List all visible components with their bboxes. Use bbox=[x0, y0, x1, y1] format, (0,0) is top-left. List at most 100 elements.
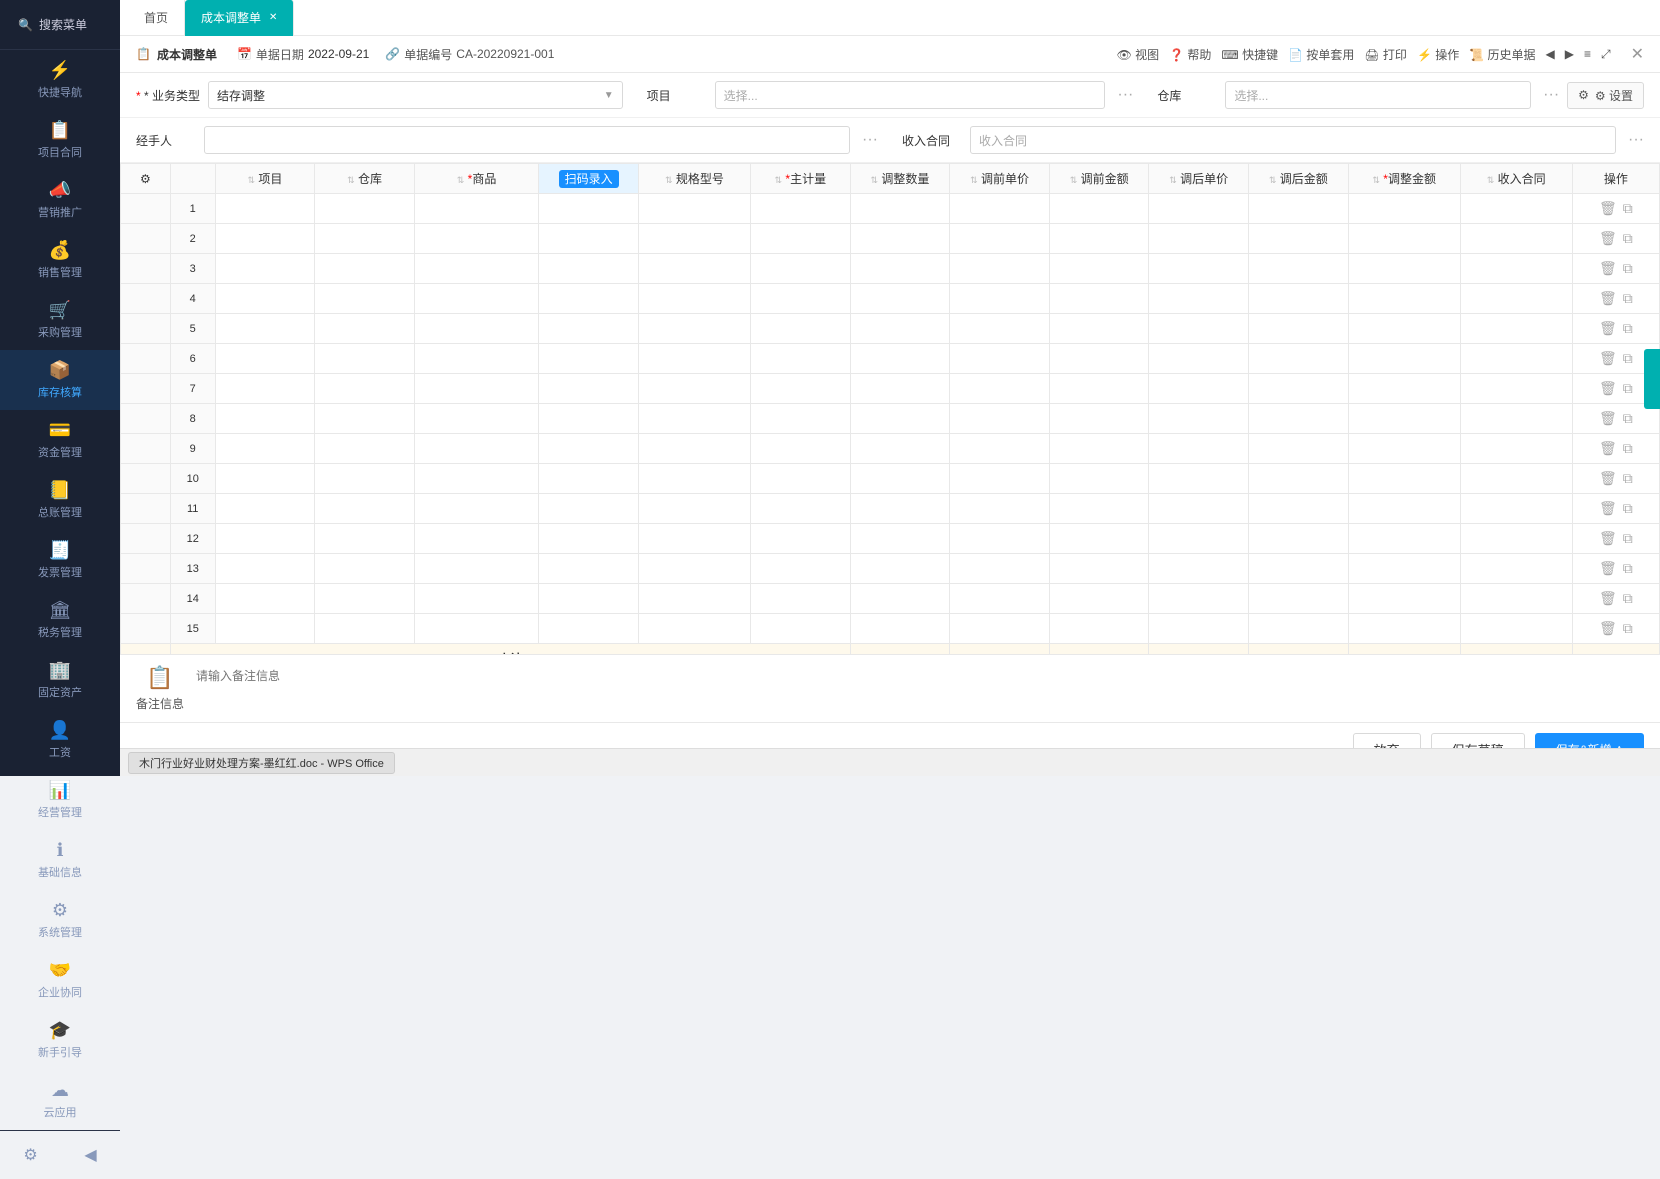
before-amount-cell[interactable] bbox=[1049, 254, 1149, 284]
income-contract-cell[interactable] bbox=[1460, 254, 1572, 284]
product-cell[interactable] bbox=[414, 344, 539, 374]
scan-cell[interactable] bbox=[539, 434, 639, 464]
sidebar-item-new-user-guide[interactable]: 🎓 新手引导 bbox=[0, 1010, 120, 1070]
after-price-cell[interactable] bbox=[1149, 554, 1249, 584]
adjust-amount-cell[interactable] bbox=[1348, 224, 1460, 254]
scan-cell[interactable] bbox=[539, 314, 639, 344]
project-cell[interactable] bbox=[215, 614, 315, 644]
col-header-before-amount[interactable]: ⇅ 调前金额 bbox=[1049, 164, 1149, 194]
before-amount-cell[interactable] bbox=[1049, 314, 1149, 344]
col-header-after-price[interactable]: ⇅ 调后单价 bbox=[1149, 164, 1249, 194]
copy-row-icon[interactable]: ⧉ bbox=[1623, 560, 1633, 577]
qty-cell[interactable] bbox=[850, 194, 950, 224]
project-cell[interactable] bbox=[215, 254, 315, 284]
delete-row-icon[interactable]: 🗑 bbox=[1599, 590, 1617, 607]
delete-row-icon[interactable]: 🗑 bbox=[1599, 290, 1617, 307]
sidebar-item-basic-info[interactable]: ℹ 基础信息 bbox=[0, 830, 120, 890]
before-amount-cell[interactable] bbox=[1049, 584, 1149, 614]
spec-cell[interactable] bbox=[638, 254, 750, 284]
warehouse-cell[interactable] bbox=[315, 494, 415, 524]
before-price-cell[interactable] bbox=[950, 404, 1050, 434]
copy-row-icon[interactable]: ⧉ bbox=[1623, 530, 1633, 547]
after-price-cell[interactable] bbox=[1149, 194, 1249, 224]
spec-cell[interactable] bbox=[638, 614, 750, 644]
delete-row-icon[interactable]: 🗑 bbox=[1599, 440, 1617, 457]
income-contract-cell[interactable] bbox=[1460, 344, 1572, 374]
scan-cell[interactable] bbox=[539, 254, 639, 284]
operations-btn[interactable]: ⚡ 操作 bbox=[1417, 46, 1459, 63]
tab-close-cost-adjustment[interactable]: ✕ bbox=[269, 12, 277, 23]
delete-row-icon[interactable]: 🗑 bbox=[1599, 530, 1617, 547]
print-btn[interactable]: 🖨 打印 bbox=[1364, 46, 1407, 63]
warehouse-cell[interactable] bbox=[315, 434, 415, 464]
adjust-amount-cell[interactable] bbox=[1348, 434, 1460, 464]
adjust-amount-cell[interactable] bbox=[1348, 254, 1460, 284]
warehouse-cell[interactable] bbox=[315, 254, 415, 284]
before-price-cell[interactable] bbox=[950, 254, 1050, 284]
warehouse-cell[interactable] bbox=[315, 464, 415, 494]
sidebar-item-invoice-management[interactable]: 🧾 发票管理 bbox=[0, 530, 120, 590]
after-price-cell[interactable] bbox=[1149, 254, 1249, 284]
income-contract-cell[interactable] bbox=[1460, 224, 1572, 254]
spec-cell[interactable] bbox=[638, 224, 750, 254]
product-cell[interactable] bbox=[414, 524, 539, 554]
copy-row-icon[interactable]: ⧉ bbox=[1623, 230, 1633, 247]
delete-row-icon[interactable]: 🗑 bbox=[1599, 560, 1617, 577]
product-cell[interactable] bbox=[414, 404, 539, 434]
income-contract-cell[interactable] bbox=[1460, 494, 1572, 524]
grid-view-btn[interactable]: ≡ bbox=[1584, 47, 1591, 61]
spec-cell[interactable] bbox=[638, 464, 750, 494]
green-tab-btn[interactable] bbox=[1644, 349, 1660, 409]
qty-cell[interactable] bbox=[850, 434, 950, 464]
sidebar-item-sales-promotion[interactable]: 📣 营销推广 bbox=[0, 170, 120, 230]
adjust-amount-cell[interactable] bbox=[1348, 404, 1460, 434]
taskbar-item[interactable]: 木门行业好业财处理方案-墨红红.doc - WPS Office bbox=[128, 752, 395, 774]
before-price-cell[interactable] bbox=[950, 194, 1050, 224]
after-price-cell[interactable] bbox=[1149, 494, 1249, 524]
shortcut-btn[interactable]: ⌨ 快捷键 bbox=[1221, 46, 1278, 63]
product-cell[interactable] bbox=[414, 464, 539, 494]
after-amount-cell[interactable] bbox=[1249, 194, 1349, 224]
project-cell[interactable] bbox=[215, 224, 315, 254]
col-header-spec[interactable]: ⇅ 规格型号 bbox=[638, 164, 750, 194]
unit-cell[interactable] bbox=[751, 554, 851, 584]
before-price-cell[interactable] bbox=[950, 554, 1050, 584]
col-header-before-price[interactable]: ⇅ 调前单价 bbox=[950, 164, 1050, 194]
sidebar-item-enterprise-cooperation[interactable]: 🤝 企业协同 bbox=[0, 950, 120, 1010]
scan-cell[interactable] bbox=[539, 344, 639, 374]
spec-cell[interactable] bbox=[638, 524, 750, 554]
col-header-qty[interactable]: ⇅ 调整数量 bbox=[850, 164, 950, 194]
project-cell[interactable] bbox=[215, 314, 315, 344]
warehouse-cell[interactable] bbox=[315, 524, 415, 554]
copy-row-icon[interactable]: ⧉ bbox=[1623, 290, 1633, 307]
adjust-amount-cell[interactable] bbox=[1348, 464, 1460, 494]
qty-cell[interactable] bbox=[850, 344, 950, 374]
warehouse-input[interactable]: 选择... bbox=[1225, 81, 1531, 109]
after-amount-cell[interactable] bbox=[1249, 434, 1349, 464]
settings-bottom-btn[interactable]: ⚙ bbox=[17, 1139, 43, 1171]
warehouse-cell[interactable] bbox=[315, 614, 415, 644]
delete-row-icon[interactable]: 🗑 bbox=[1599, 410, 1617, 427]
collapse-btn[interactable]: ◀ bbox=[78, 1139, 102, 1171]
sidebar-item-system-management[interactable]: ⚙ 系统管理 bbox=[0, 890, 120, 950]
warehouse-cell[interactable] bbox=[315, 404, 415, 434]
after-price-cell[interactable] bbox=[1149, 434, 1249, 464]
after-amount-cell[interactable] bbox=[1249, 374, 1349, 404]
sidebar-item-cloud-apps[interactable]: ☁ 云应用 bbox=[0, 1070, 120, 1130]
adjust-amount-cell[interactable] bbox=[1348, 494, 1460, 524]
sidebar-item-payroll[interactable]: 👤 工资 bbox=[0, 710, 120, 770]
product-cell[interactable] bbox=[414, 254, 539, 284]
date-value[interactable]: 2022-09-21 bbox=[308, 47, 369, 61]
before-price-cell[interactable] bbox=[950, 344, 1050, 374]
spec-cell[interactable] bbox=[638, 374, 750, 404]
sidebar-item-fund-management[interactable]: 💳 资金管理 bbox=[0, 410, 120, 470]
col-header-income-contract[interactable]: ⇅ 收入合同 bbox=[1460, 164, 1572, 194]
col-header-settings[interactable]: ⚙ bbox=[121, 164, 171, 194]
income-contract-cell[interactable] bbox=[1460, 314, 1572, 344]
project-cell[interactable] bbox=[215, 284, 315, 314]
project-cell[interactable] bbox=[215, 344, 315, 374]
delete-row-icon[interactable]: 🗑 bbox=[1599, 380, 1617, 397]
qty-cell[interactable] bbox=[850, 254, 950, 284]
scan-cell[interactable] bbox=[539, 554, 639, 584]
handler-more-btn[interactable]: ··· bbox=[862, 131, 878, 149]
